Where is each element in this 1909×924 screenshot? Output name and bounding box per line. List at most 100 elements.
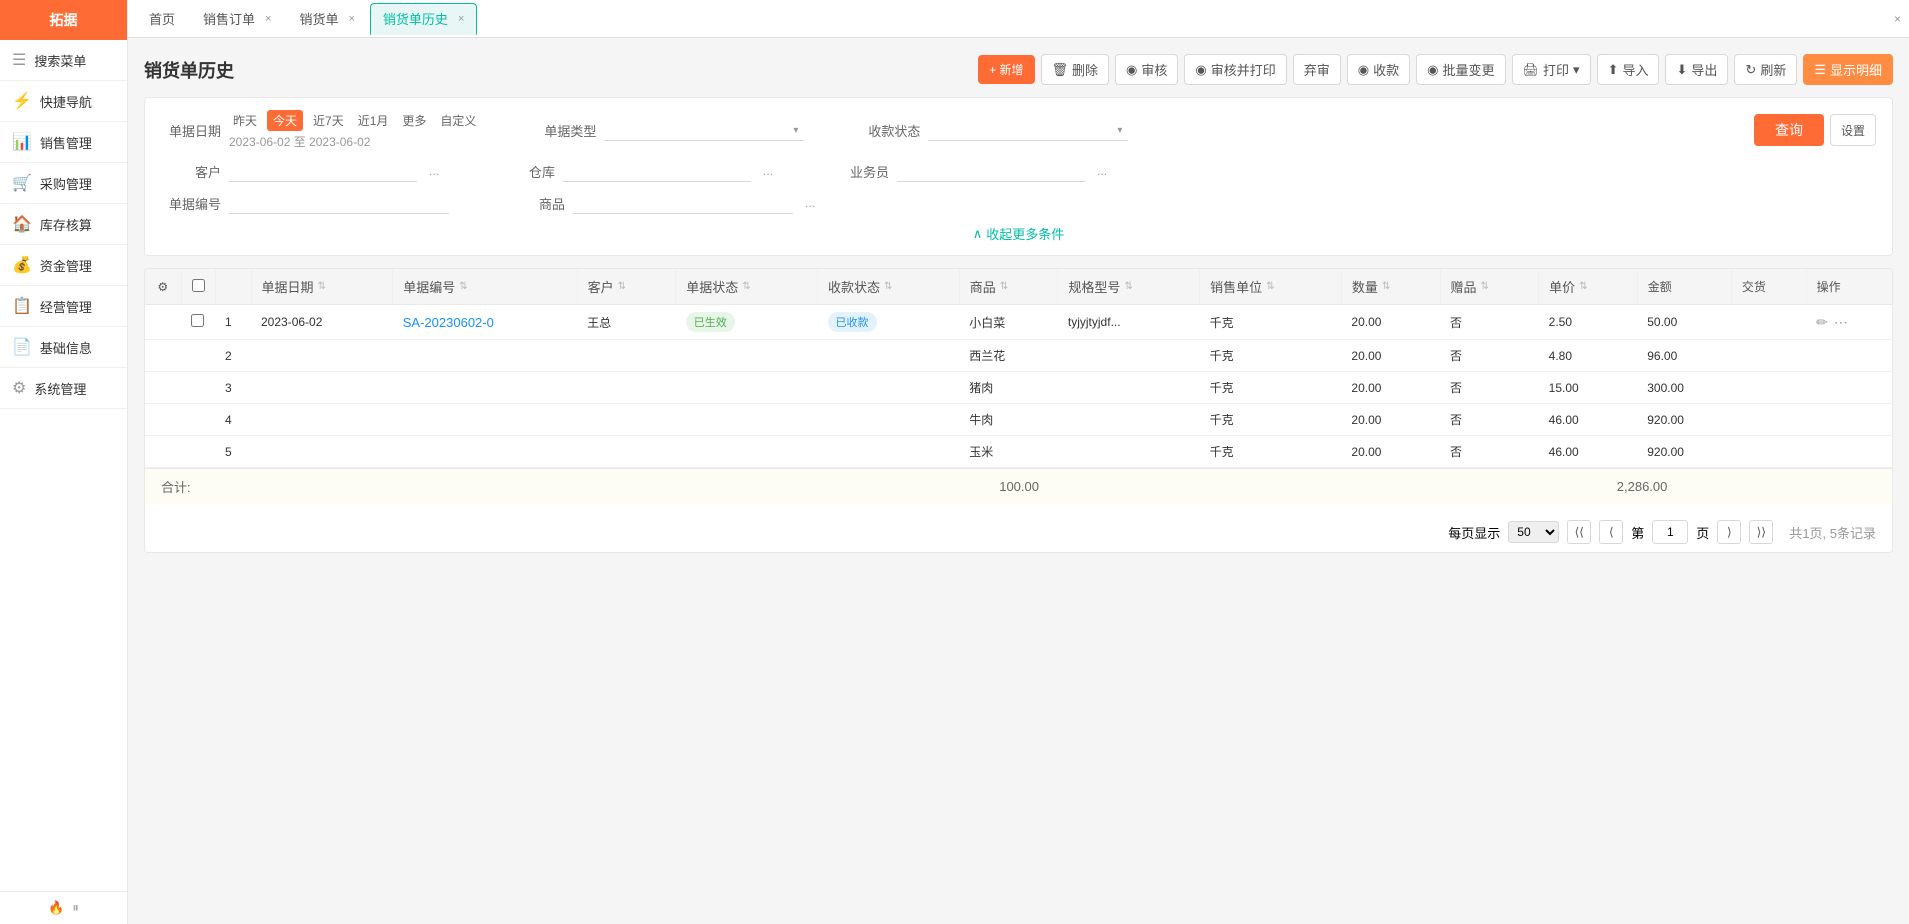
collect-button[interactable]: ◉ 收款 [1347,54,1410,85]
th-date[interactable]: 单据日期 ⇅ [251,269,393,305]
next-page-button[interactable]: ⟩ [1717,520,1741,544]
close-all-button[interactable]: × [1894,12,1901,26]
fire-icon[interactable]: 🔥 [48,900,64,916]
tab-home[interactable]: 首页 [136,3,188,35]
page-input[interactable] [1652,520,1688,544]
sort-docno-icon[interactable]: ⇅ [459,281,467,292]
date-shortcuts: 昨天 今天 近7天 近1月 更多 自定义 [229,110,480,131]
more-action-btn[interactable]: ⋯ [1834,314,1848,331]
sort-date-icon[interactable]: ⇅ [318,281,326,292]
page-header: 销货单历史 + 新增 🗑 删除 ◉ 审核 ◉ 审核并打印 弃审 [144,54,1893,85]
sort-goods-icon[interactable]: ⇅ [1000,281,1008,292]
cell-qty: 20.00 [1341,305,1440,340]
last-page-button[interactable]: ⟩⟩ [1749,520,1773,544]
row-checkbox[interactable] [191,314,204,327]
new-button[interactable]: + 新增 [978,55,1034,84]
tab-sales-history-close[interactable]: × [458,13,464,25]
export-button[interactable]: ⬇ 导出 [1665,54,1728,85]
th-qty[interactable]: 数量 ⇅ [1341,269,1440,305]
th-customer[interactable]: 客户 ⇅ [577,269,676,305]
sidebar-item-funds-mgmt[interactable]: 💰 资金管理 [0,245,127,286]
shortcut-1month[interactable]: 近1月 [354,110,393,131]
batch-change-button[interactable]: ◉ 批量变更 [1416,54,1505,85]
shortcut-yesterday[interactable]: 昨天 [229,110,261,131]
payment-status-select[interactable] [928,119,1128,141]
sidebar-item-quick-nav[interactable]: ⚡ 快捷导航 [0,81,127,122]
show-detail-button[interactable]: ☰ 显示明细 [1803,54,1893,85]
th-doc-no[interactable]: 单据编号 ⇅ [393,269,577,305]
doc-no-input[interactable] [229,192,449,214]
cell-doc-status: 已生效 [676,305,818,340]
sort-unit-icon[interactable]: ⇅ [1266,281,1274,292]
batch-change-icon: ◉ [1427,62,1438,78]
tab-sales-order-close[interactable]: × [265,13,271,25]
sidebar-item-inventory[interactable]: 🏠 库存核算 [0,204,127,245]
edit-action-btn[interactable]: ✏ [1816,314,1828,331]
shortcut-today[interactable]: 今天 [267,110,303,131]
per-page-select[interactable]: 50 100 200 [1508,521,1559,543]
cell-doc-no [393,436,577,468]
th-spec[interactable]: 规格型号 ⇅ [1058,269,1200,305]
goods-input[interactable] [573,192,793,214]
sidebar-item-purchase-mgmt[interactable]: 🛒 采购管理 [0,163,127,204]
th-pay-status[interactable]: 收款状态 ⇅ [818,269,960,305]
warehouse-dots-btn[interactable]: ... [763,164,773,178]
staff-dots-btn[interactable]: ... [1097,164,1107,178]
th-unit[interactable]: 销售单位 ⇅ [1200,269,1342,305]
collapse-btn[interactable]: ∧ 收起更多条件 [161,224,1876,243]
sidebar-item-sales-mgmt[interactable]: 📊 销售管理 [0,122,127,163]
audit-print-button[interactable]: ◉ 审核并打印 [1184,54,1286,85]
sort-customer-icon[interactable]: ⇅ [618,281,626,292]
settings-button[interactable]: 设置 [1830,114,1876,146]
goods-dots-btn[interactable]: ... [805,196,815,210]
refresh-button[interactable]: ↻ 刷新 [1734,54,1797,85]
th-unit-price[interactable]: 单价 ⇅ [1539,269,1638,305]
staff-input[interactable] [897,160,1085,182]
shortcut-custom[interactable]: 自定义 [436,110,480,131]
warehouse-input[interactable] [563,160,751,182]
doc-no-link[interactable]: SA-20230602-0 [403,315,494,330]
tab-sales-goods[interactable]: 销货单 × [286,3,367,35]
cell-spec [1058,340,1200,372]
select-all-checkbox[interactable] [192,279,205,292]
customer-input[interactable] [229,160,417,182]
th-settings[interactable]: ⚙ [145,269,181,305]
doc-type-select[interactable] [604,119,804,141]
print-button[interactable]: 🖨 打印 ▾ [1512,54,1591,85]
query-button[interactable]: 查询 [1754,114,1824,146]
shortcut-more[interactable]: 更多 [398,110,430,131]
tab-sales-order[interactable]: 销售订单 × [190,3,284,35]
sidebar-item-system-mgmt[interactable]: ⚙ 系统管理 [0,368,127,409]
sort-unitprice-icon[interactable]: ⇅ [1579,281,1587,292]
sidebar-item-basic-info[interactable]: 📄 基础信息 [0,327,127,368]
cell-spec [1058,404,1200,436]
sort-docstatus-icon[interactable]: ⇅ [742,281,750,292]
import-button[interactable]: ⬆ 导入 [1597,54,1660,85]
cell-gift: 否 [1440,305,1539,340]
sidebar-item-search-menu[interactable]: ☰ 搜索菜单 [0,40,127,81]
tab-sales-goods-close[interactable]: × [348,13,354,25]
pause-icon[interactable]: ⏸ [72,900,79,916]
status-badge: 已生效 [686,312,735,332]
sidebar-item-label: 搜索菜单 [34,51,86,70]
first-page-button[interactable]: ⟨⟨ [1567,520,1591,544]
sort-gift-icon[interactable]: ⇅ [1481,281,1489,292]
cell-doc-no[interactable]: SA-20230602-0 [393,305,577,340]
customer-dots-btn[interactable]: ... [429,164,439,178]
th-doc-status[interactable]: 单据状态 ⇅ [676,269,818,305]
tab-sales-history[interactable]: 销货单历史 × [370,3,477,35]
sort-spec-icon[interactable]: ⇅ [1124,281,1132,292]
filter-goods: 商品 ... [505,192,815,214]
audit-button[interactable]: ◉ 审核 [1115,54,1178,85]
cell-unit: 千克 [1200,404,1342,436]
prev-page-button[interactable]: ⟨ [1599,520,1623,544]
delete-button[interactable]: 🗑 删除 [1041,54,1110,85]
th-goods[interactable]: 商品 ⇅ [959,269,1058,305]
shortcut-7days[interactable]: 近7天 [309,110,348,131]
sort-qty-icon[interactable]: ⇅ [1382,281,1390,292]
sort-paystatus-icon[interactable]: ⇅ [884,281,892,292]
sidebar-item-ops-mgmt[interactable]: 📋 经营管理 [0,286,127,327]
cell-actions [1806,436,1892,468]
abandon-button[interactable]: 弃审 [1293,54,1341,85]
th-gift[interactable]: 赠品 ⇅ [1440,269,1539,305]
